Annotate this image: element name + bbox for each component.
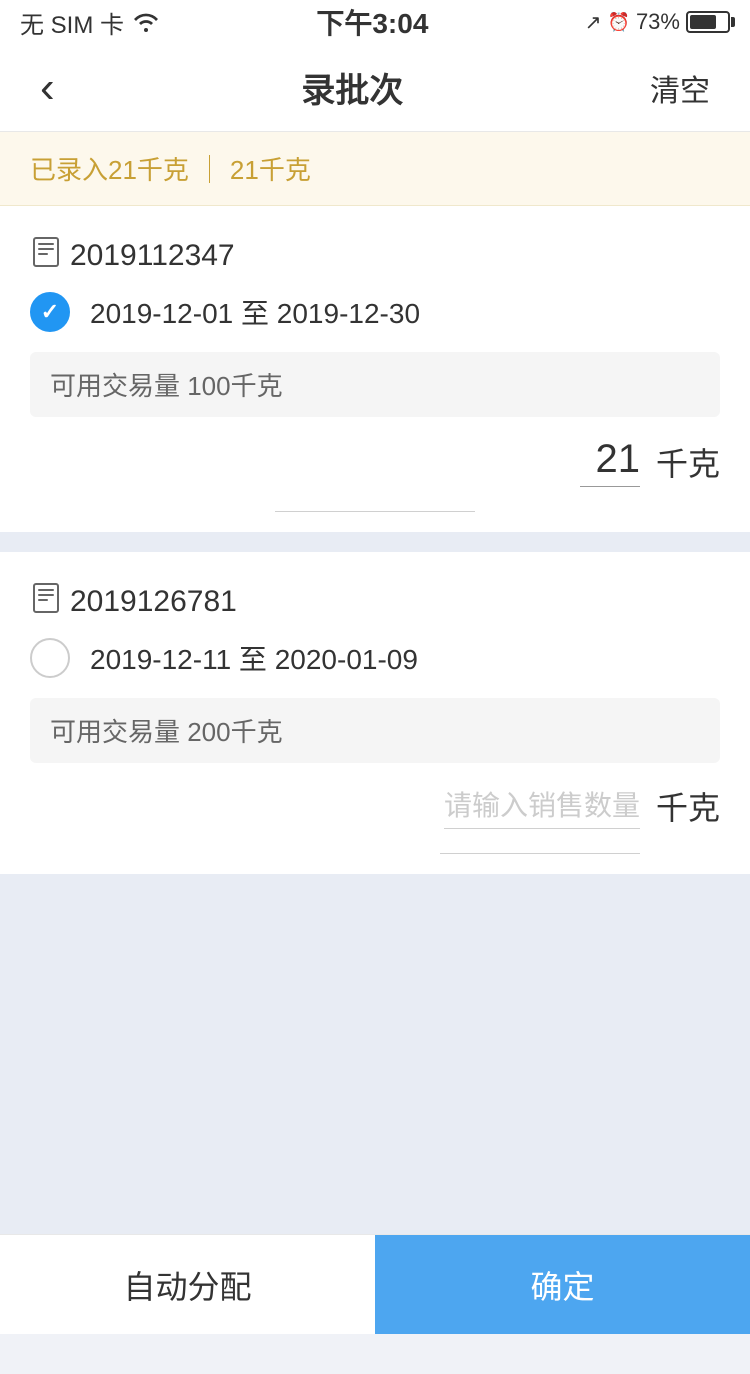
empty-area <box>0 874 750 1274</box>
info-banner: 已录入21千克 21千克 <box>0 132 750 206</box>
batch-2-quantity-row: 请输入销售数量 千克 <box>0 763 750 853</box>
batch-1-divider <box>275 511 475 512</box>
status-bar: 无 SIM 卡 下午3:04 ↗ ⏰ 73% <box>0 0 750 44</box>
batch-2-date-row[interactable]: 2019-12-11 至 2020-01-09 <box>30 638 720 678</box>
batch-1-unit: 千克 <box>656 439 720 485</box>
confirm-button[interactable]: 确定 <box>375 1235 750 1334</box>
wifi-icon <box>132 12 160 32</box>
info-divider <box>209 155 210 183</box>
batch-1-available: 可用交易量 100千克 <box>30 352 720 417</box>
nav-bar: ‹ 录批次 清空 <box>0 44 750 132</box>
section-divider <box>0 532 750 552</box>
auto-distribute-label: 自动分配 <box>123 1262 251 1308</box>
battery-percent: 73% <box>636 9 680 35</box>
batch-1-header: 2019112347 <box>30 236 720 276</box>
content-area: 已录入21千克 21千克 2019112347 ✓ 2019-12-01 至 2… <box>0 132 750 1374</box>
batch-2-quantity-placeholder[interactable]: 请输入销售数量 <box>444 784 640 829</box>
batch-2-radio[interactable] <box>30 638 70 678</box>
location-icon: ↗ <box>585 10 602 35</box>
batch-1-quantity-value[interactable]: 21 <box>580 437 640 487</box>
batch-item-2: 2019126781 2019-12-11 至 2020-01-09 可用交易量… <box>0 552 750 763</box>
time-display: 下午3:04 <box>316 2 428 42</box>
document-icon-2 <box>30 582 62 614</box>
batch-1-quantity-wrapper: 21 <box>580 437 640 487</box>
batch-2-icon <box>30 582 62 622</box>
batch-1-id: 2019112347 <box>70 239 235 273</box>
status-right: ↗ ⏰ 73% <box>585 9 730 35</box>
bottom-bar: 自动分配 确定 <box>0 1234 750 1334</box>
confirm-label: 确定 <box>530 1262 594 1308</box>
battery-icon <box>686 11 730 33</box>
batch-2-id: 2019126781 <box>70 585 237 619</box>
batch-2-available: 可用交易量 200千克 <box>30 698 720 763</box>
info-value: 21千克 <box>230 150 311 187</box>
auto-distribute-button[interactable]: 自动分配 <box>0 1235 375 1334</box>
batch-2-unit: 千克 <box>656 783 720 829</box>
batch-1-date-row[interactable]: ✓ 2019-12-01 至 2019-12-30 <box>30 292 720 332</box>
batch-1-date: 2019-12-01 至 2019-12-30 <box>90 292 420 332</box>
batch-1-quantity-row: 21 千克 <box>0 417 750 511</box>
batch-2-divider <box>440 853 640 854</box>
back-button[interactable]: ‹ <box>30 53 65 123</box>
info-label: 已录入21千克 <box>30 150 189 187</box>
page-title: 录批次 <box>301 63 403 112</box>
batch-1-icon <box>30 236 62 276</box>
clear-button[interactable]: 清空 <box>640 56 720 120</box>
document-icon <box>30 236 62 268</box>
batch-2-header: 2019126781 <box>30 582 720 622</box>
alarm-icon: ⏰ <box>608 12 630 33</box>
batch-item-1: 2019112347 ✓ 2019-12-01 至 2019-12-30 可用交… <box>0 206 750 417</box>
batch-1-radio[interactable]: ✓ <box>30 292 70 332</box>
batch-2-date: 2019-12-11 至 2020-01-09 <box>90 638 418 678</box>
check-icon: ✓ <box>41 299 59 325</box>
status-left: 无 SIM 卡 <box>20 5 160 40</box>
carrier-text: 无 SIM 卡 <box>20 5 124 40</box>
